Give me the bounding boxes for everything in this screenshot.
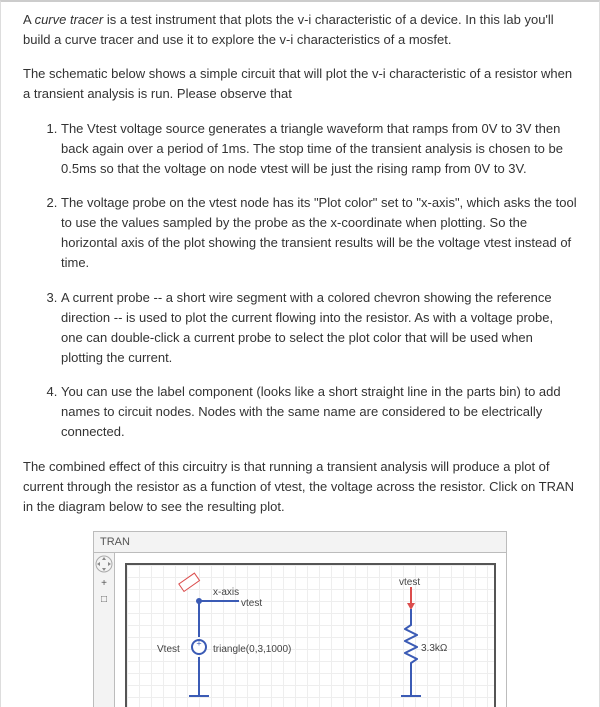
- source-name-label: Vtest: [157, 642, 180, 658]
- diagram-container: TRAN + □: [93, 531, 507, 707]
- pan-tool-icon[interactable]: [95, 555, 113, 573]
- zoom-out-button[interactable]: □: [97, 595, 111, 605]
- source-params-label: triangle(0,3,1000): [213, 642, 291, 658]
- step-4: You can use the label component (looks l…: [61, 382, 577, 442]
- intro-paragraph-1: A curve tracer is a test instrument that…: [23, 10, 577, 50]
- diagram-wrap: TRAN + □: [23, 531, 577, 707]
- step-2: The voltage probe on the vtest node has …: [61, 193, 577, 274]
- zoom-in-button[interactable]: +: [97, 579, 111, 589]
- schematic-canvas[interactable]: x-axis vtest + Vtest triangle(0,3,1000) …: [125, 563, 496, 707]
- vtest-label-left: vtest: [241, 596, 262, 612]
- probe-plot-color-label: x-axis: [213, 585, 239, 601]
- outro-paragraph: The combined effect of this circuitry is…: [23, 457, 577, 517]
- canvas-wrap: x-axis vtest + Vtest triangle(0,3,1000) …: [115, 553, 506, 707]
- resistor-value-label: 3.3kΩ: [421, 641, 447, 657]
- wire-src-bottom: [198, 657, 200, 695]
- step-3: A current probe -- a short wire segment …: [61, 288, 577, 369]
- wire-gnd-left: [189, 695, 209, 697]
- observation-list: The Vtest voltage source generates a tri…: [23, 119, 577, 443]
- wire-gnd-right: [401, 695, 421, 697]
- resistor[interactable]: [404, 621, 418, 673]
- intro-paragraph-2: The schematic below shows a simple circu…: [23, 64, 577, 104]
- voltage-probe[interactable]: [178, 572, 200, 592]
- diagram-toolbar: + □: [94, 553, 115, 707]
- step-1: The Vtest voltage source generates a tri…: [61, 119, 577, 179]
- wire-right-top: [410, 587, 412, 603]
- document-page: A curve tracer is a test instrument that…: [0, 0, 600, 707]
- wire-vtest-stub: [199, 600, 239, 602]
- wire-right-bottom: [410, 667, 412, 695]
- diagram-body: + □ x-axis vtest + Vtest: [94, 553, 506, 707]
- diagram-titlebar[interactable]: TRAN: [94, 532, 506, 553]
- wire-right-mid: [410, 609, 412, 621]
- plus-icon: +: [196, 639, 201, 648]
